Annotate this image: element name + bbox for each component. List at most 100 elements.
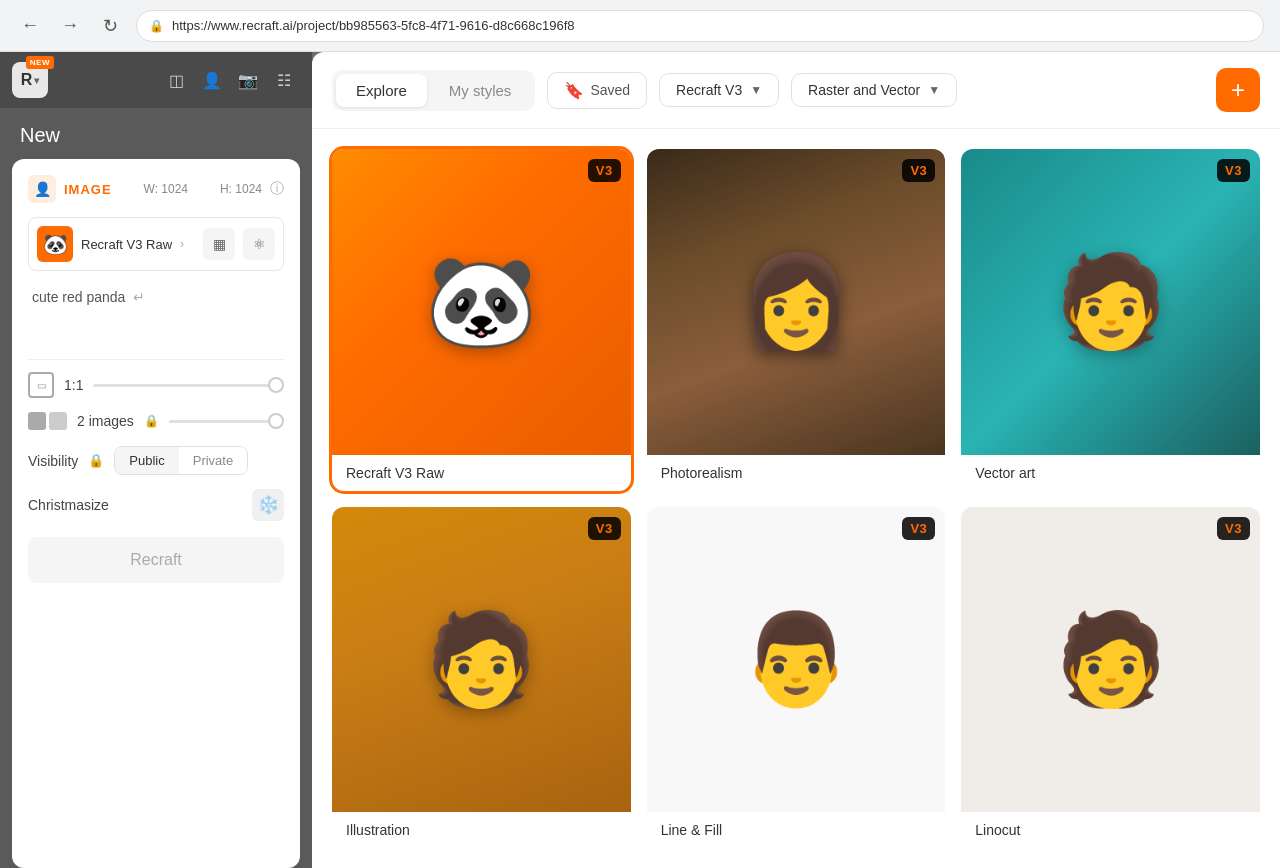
visibility-label: Visibility <box>28 453 78 469</box>
person-icon: 👤 <box>34 181 51 197</box>
image-thumbnails <box>28 412 67 430</box>
visibility-row: Visibility 🔒 Public Private <box>28 446 284 475</box>
reload-button[interactable]: ↻ <box>96 12 124 40</box>
back-button[interactable]: ← <box>16 12 44 40</box>
v3-badge-2: V3 <box>902 159 935 182</box>
style-icon: ⚛ <box>253 236 266 252</box>
christmasize-label: Christmasize <box>28 497 109 513</box>
gallery-item-illustration[interactable]: 🧑 V3 Illustration <box>332 507 631 849</box>
top-toolbar: R NEW ◫ 👤 📷 ☷ <box>0 52 312 108</box>
url-text: https://www.recraft.ai/project/bb985563-… <box>172 18 575 33</box>
images-slider-thumb[interactable] <box>268 413 284 429</box>
recraft-button[interactable]: Recraft <box>28 537 284 583</box>
gallery-item-vector-art[interactable]: 🧑 V3 Vector art <box>961 149 1260 491</box>
add-button[interactable]: + <box>1216 68 1260 112</box>
panda-emoji: 🐼 <box>425 249 537 354</box>
new-badge: NEW <box>26 56 54 69</box>
christmasize-toggle[interactable]: ❄️ <box>252 489 284 521</box>
thumb-1 <box>28 412 46 430</box>
image-upload-button[interactable]: 📷 <box>232 64 264 96</box>
images-count-label: 2 images <box>77 413 134 429</box>
divider-1 <box>28 359 284 360</box>
gallery: 🐼 V3 Recraft V3 Raw 👩 V3 Photorealism <box>312 129 1280 868</box>
gallery-item-linocut[interactable]: 🧑 V3 Linocut <box>961 507 1260 849</box>
model-controls: ▦ ⚛ <box>203 228 275 260</box>
tab-explore[interactable]: Explore <box>336 74 427 107</box>
linefill-emoji: 👨 <box>740 607 852 712</box>
image-type-row: 👤 IMAGE W: 1024 H: 1024 ⓘ <box>28 175 284 203</box>
ratio-icon: ▭ <box>28 372 54 398</box>
browser-chrome: ← → ↻ 🔒 https://www.recraft.ai/project/b… <box>0 0 1280 52</box>
main-header: Explore My styles 🔖 Saved Recraft V3 ▼ R… <box>312 52 1280 129</box>
model-dropdown-chevron: ▼ <box>750 83 762 97</box>
v3-badge-4: V3 <box>588 517 621 540</box>
gallery-item-recraft-v3-raw[interactable]: 🐼 V3 Recraft V3 Raw <box>332 149 631 491</box>
controls-panel: 👤 IMAGE W: 1024 H: 1024 ⓘ 🐼 Recraft V3 R… <box>12 159 300 868</box>
model-dropdown-button[interactable]: Recraft V3 ▼ <box>659 73 779 107</box>
forward-button[interactable]: → <box>56 12 84 40</box>
gallery-label-3: Vector art <box>961 455 1260 491</box>
prompt-text: cute red panda <box>32 289 125 305</box>
gallery-label-1: Recraft V3 Raw <box>332 455 631 491</box>
slider-track <box>93 384 284 387</box>
illustration-emoji: 🧑 <box>425 607 537 712</box>
width-label: W: 1024 <box>144 182 188 196</box>
private-toggle-btn[interactable]: Private <box>179 447 247 474</box>
user-icon-button[interactable]: 👤 <box>196 64 228 96</box>
images-slider[interactable] <box>169 420 284 423</box>
ratio-slider[interactable] <box>93 384 284 387</box>
images-count-row: 2 images 🔒 <box>28 412 284 430</box>
gallery-img-vector: 🧑 V3 <box>961 149 1260 455</box>
gallery-item-photorealism[interactable]: 👩 V3 Photorealism <box>647 149 946 491</box>
sliders-button[interactable]: ▦ <box>203 228 235 260</box>
bookmark-icon: 🔖 <box>564 81 584 100</box>
photo-emoji: 👩 <box>740 249 852 354</box>
gallery-label-6: Linocut <box>961 812 1260 848</box>
slider-thumb[interactable] <box>268 377 284 393</box>
prompt-area[interactable]: cute red panda ↵ <box>28 285 284 345</box>
saved-button[interactable]: 🔖 Saved <box>547 72 647 109</box>
gallery-img-illustration: 🧑 V3 <box>332 507 631 813</box>
enter-icon: ↵ <box>133 289 145 305</box>
type-dropdown-chevron: ▼ <box>928 83 940 97</box>
ratio-label: 1:1 <box>64 377 83 393</box>
tab-my-styles[interactable]: My styles <box>429 74 532 107</box>
new-label: New <box>0 108 312 159</box>
gallery-label-2: Photorealism <box>647 455 946 491</box>
filter-icon-button[interactable]: ◫ <box>160 64 192 96</box>
height-label: H: 1024 <box>220 182 262 196</box>
saved-label: Saved <box>590 82 630 98</box>
info-icon[interactable]: ⓘ <box>270 180 284 198</box>
style-button[interactable]: ⚛ <box>243 228 275 260</box>
upload-icon: 📷 <box>238 71 258 90</box>
model-row[interactable]: 🐼 Recraft V3 Raw › ▦ ⚛ <box>28 217 284 271</box>
gallery-img-panda: 🐼 V3 <box>332 149 631 455</box>
gallery-label-5: Line & Fill <box>647 812 946 848</box>
chevron-right-icon: › <box>180 237 184 251</box>
v3-badge-6: V3 <box>1217 517 1250 540</box>
type-dropdown-label: Raster and Vector <box>808 82 920 98</box>
type-dropdown-button[interactable]: Raster and Vector ▼ <box>791 73 957 107</box>
gallery-img-linefill: 👨 V3 <box>647 507 946 813</box>
lock-icon: 🔒 <box>149 19 164 33</box>
v3-badge-5: V3 <box>902 517 935 540</box>
left-panel: R NEW ◫ 👤 📷 ☷ New <box>0 52 312 868</box>
thumb-2 <box>49 412 67 430</box>
christmasize-row: Christmasize ❄️ <box>28 489 284 521</box>
address-bar[interactable]: 🔒 https://www.recraft.ai/project/bb98556… <box>136 10 1264 42</box>
ratio-row: ▭ 1:1 <box>28 372 284 398</box>
image-type-label: IMAGE <box>64 182 112 197</box>
model-name-label: Recraft V3 Raw <box>81 237 172 252</box>
v3-badge-3: V3 <box>1217 159 1250 182</box>
main-content: Explore My styles 🔖 Saved Recraft V3 ▼ R… <box>312 52 1280 868</box>
main-tabs: Explore My styles <box>332 70 535 111</box>
grid-button[interactable]: ☷ <box>268 64 300 96</box>
visibility-lock-icon: 🔒 <box>88 453 104 468</box>
sliders-icon: ▦ <box>213 236 226 252</box>
visibility-toggle: Public Private <box>114 446 248 475</box>
logo-button[interactable]: R NEW <box>12 62 48 98</box>
public-toggle-btn[interactable]: Public <box>115 447 178 474</box>
gallery-item-line-fill[interactable]: 👨 V3 Line & Fill <box>647 507 946 849</box>
logo-text: R <box>21 71 33 89</box>
user-icon: 👤 <box>202 71 222 90</box>
